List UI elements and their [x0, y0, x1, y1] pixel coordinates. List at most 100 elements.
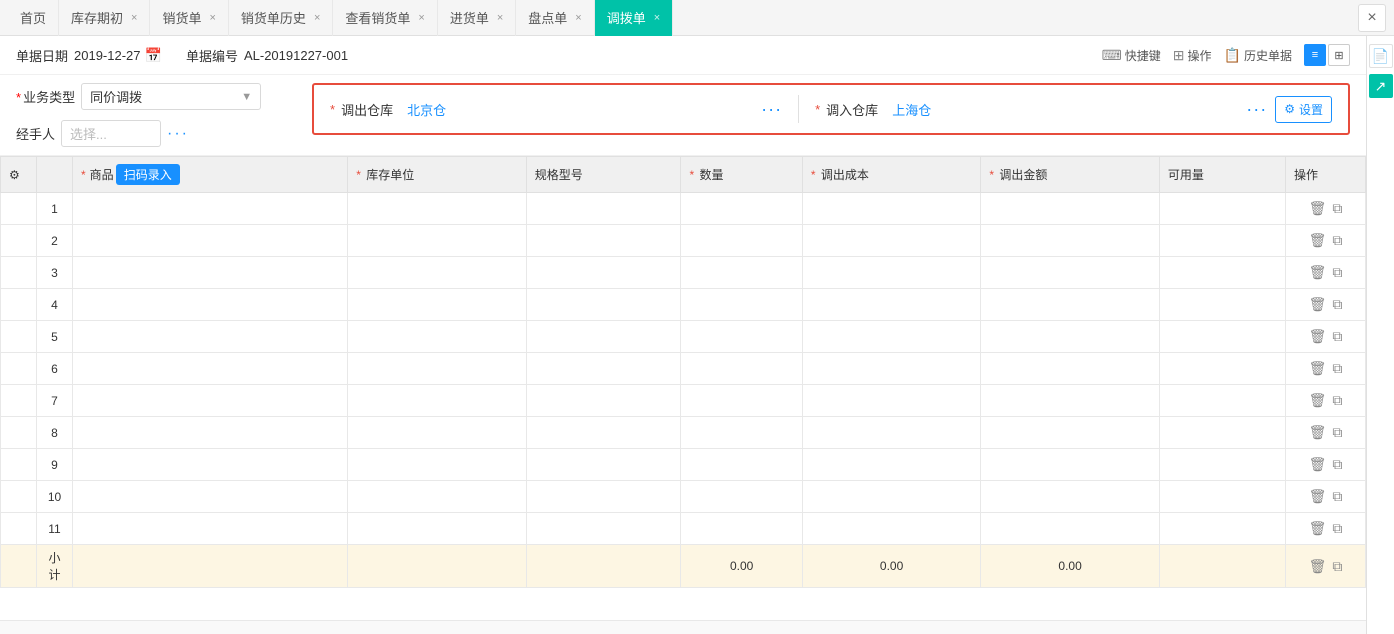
- row-available-cell[interactable]: [1159, 353, 1285, 385]
- row-available-cell[interactable]: [1159, 481, 1285, 513]
- tab-sales-history[interactable]: 销货单历史 ×: [229, 0, 333, 36]
- row-spec-cell[interactable]: [526, 481, 681, 513]
- layout-list-button[interactable]: ≡: [1304, 44, 1326, 66]
- row-available-cell[interactable]: [1159, 385, 1285, 417]
- row-product-cell[interactable]: [73, 449, 348, 481]
- tab-inventory-init[interactable]: 库存期初 ×: [59, 0, 150, 36]
- delete-row-icon[interactable]: 🗑: [1309, 392, 1327, 409]
- copy-row-icon[interactable]: ⧉: [1332, 392, 1342, 409]
- delete-row-icon[interactable]: 🗑: [1309, 488, 1327, 505]
- handler-input[interactable]: 选择...: [61, 120, 161, 147]
- row-qty-cell[interactable]: [681, 449, 802, 481]
- th-gear[interactable]: ⚙: [1, 157, 37, 193]
- row-product-cell[interactable]: [73, 289, 348, 321]
- in-warehouse-value[interactable]: 上海仓: [892, 100, 931, 119]
- row-spec-cell[interactable]: [526, 321, 681, 353]
- delete-row-icon[interactable]: 🗑: [1309, 520, 1327, 537]
- copy-row-icon[interactable]: ⧉: [1332, 232, 1342, 249]
- delete-row-icon[interactable]: 🗑: [1309, 232, 1327, 249]
- row-amount-cell[interactable]: [981, 321, 1160, 353]
- row-product-cell[interactable]: [73, 385, 348, 417]
- row-unit-cell[interactable]: [348, 321, 527, 353]
- row-amount-cell[interactable]: [981, 353, 1160, 385]
- row-qty-cell[interactable]: [681, 257, 802, 289]
- tab-sales-order-close[interactable]: ×: [209, 12, 215, 24]
- row-available-cell[interactable]: [1159, 513, 1285, 545]
- row-product-cell[interactable]: [73, 193, 348, 225]
- row-amount-cell[interactable]: [981, 193, 1160, 225]
- row-cost-cell[interactable]: [802, 353, 981, 385]
- row-product-cell[interactable]: [73, 417, 348, 449]
- copy-row-icon[interactable]: ⧉: [1332, 520, 1342, 537]
- row-qty-cell[interactable]: [681, 513, 802, 545]
- doc-date-input[interactable]: 2019-12-27 📅: [74, 47, 162, 64]
- delete-row-icon[interactable]: 🗑: [1309, 328, 1327, 345]
- window-close-button[interactable]: ×: [1358, 4, 1386, 32]
- delete-row-icon[interactable]: 🗑: [1309, 264, 1327, 281]
- tab-inventory-check-close[interactable]: ×: [575, 12, 581, 24]
- row-amount-cell[interactable]: [981, 257, 1160, 289]
- row-qty-cell[interactable]: [681, 417, 802, 449]
- row-product-cell[interactable]: [73, 513, 348, 545]
- operations-button[interactable]: ⊞ 操作: [1173, 47, 1212, 64]
- row-spec-cell[interactable]: [526, 225, 681, 257]
- row-product-cell[interactable]: [73, 353, 348, 385]
- row-unit-cell[interactable]: [348, 417, 527, 449]
- row-unit-cell[interactable]: [348, 193, 527, 225]
- shortcut-button[interactable]: ⌨ 快捷键: [1102, 47, 1161, 64]
- row-amount-cell[interactable]: [981, 385, 1160, 417]
- row-unit-cell[interactable]: [348, 353, 527, 385]
- subtotal-copy-icon[interactable]: ⧉: [1332, 558, 1342, 575]
- scan-button[interactable]: 扫码录入: [116, 164, 180, 185]
- row-unit-cell[interactable]: [348, 481, 527, 513]
- row-unit-cell[interactable]: [348, 257, 527, 289]
- row-amount-cell[interactable]: [981, 513, 1160, 545]
- out-warehouse-value[interactable]: 北京仓: [407, 100, 446, 119]
- out-warehouse-more-button[interactable]: ···: [761, 99, 782, 120]
- row-product-cell[interactable]: [73, 257, 348, 289]
- row-unit-cell[interactable]: [348, 449, 527, 481]
- row-qty-cell[interactable]: [681, 289, 802, 321]
- tab-transfer-order-close[interactable]: ×: [654, 12, 660, 24]
- row-qty-cell[interactable]: [681, 193, 802, 225]
- handler-more-button[interactable]: ···: [167, 125, 189, 143]
- row-product-cell[interactable]: [73, 481, 348, 513]
- row-amount-cell[interactable]: [981, 481, 1160, 513]
- row-qty-cell[interactable]: [681, 225, 802, 257]
- row-spec-cell[interactable]: [526, 289, 681, 321]
- tab-home[interactable]: 首页: [8, 0, 59, 36]
- row-spec-cell[interactable]: [526, 417, 681, 449]
- row-cost-cell[interactable]: [802, 449, 981, 481]
- delete-row-icon[interactable]: 🗑: [1309, 424, 1327, 441]
- row-unit-cell[interactable]: [348, 289, 527, 321]
- row-cost-cell[interactable]: [802, 385, 981, 417]
- copy-row-icon[interactable]: ⧉: [1332, 264, 1342, 281]
- bottom-scrollbar[interactable]: [0, 620, 1366, 634]
- row-qty-cell[interactable]: [681, 353, 802, 385]
- subtotal-delete-icon[interactable]: 🗑: [1309, 558, 1327, 575]
- delete-row-icon[interactable]: 🗑: [1309, 456, 1327, 473]
- row-unit-cell[interactable]: [348, 225, 527, 257]
- tab-view-sales[interactable]: 查看销货单 ×: [333, 0, 437, 36]
- row-cost-cell[interactable]: [802, 257, 981, 289]
- tab-inventory-check[interactable]: 盘点单 ×: [516, 0, 594, 36]
- row-cost-cell[interactable]: [802, 417, 981, 449]
- row-unit-cell[interactable]: [348, 513, 527, 545]
- row-cost-cell[interactable]: [802, 321, 981, 353]
- tab-sales-order[interactable]: 销货单 ×: [150, 0, 228, 36]
- row-available-cell[interactable]: [1159, 417, 1285, 449]
- row-spec-cell[interactable]: [526, 385, 681, 417]
- tab-inventory-init-close[interactable]: ×: [131, 12, 137, 24]
- row-available-cell[interactable]: [1159, 193, 1285, 225]
- row-spec-cell[interactable]: [526, 257, 681, 289]
- delete-row-icon[interactable]: 🗑: [1309, 200, 1327, 217]
- copy-row-icon[interactable]: ⧉: [1332, 456, 1342, 473]
- tab-transfer-order[interactable]: 调拨单 ×: [595, 0, 673, 36]
- tab-purchase-order[interactable]: 进货单 ×: [438, 0, 516, 36]
- tab-view-sales-close[interactable]: ×: [418, 12, 424, 24]
- row-spec-cell[interactable]: [526, 449, 681, 481]
- row-cost-cell[interactable]: [802, 289, 981, 321]
- row-product-cell[interactable]: [73, 225, 348, 257]
- copy-row-icon[interactable]: ⧉: [1332, 296, 1342, 313]
- row-amount-cell[interactable]: [981, 225, 1160, 257]
